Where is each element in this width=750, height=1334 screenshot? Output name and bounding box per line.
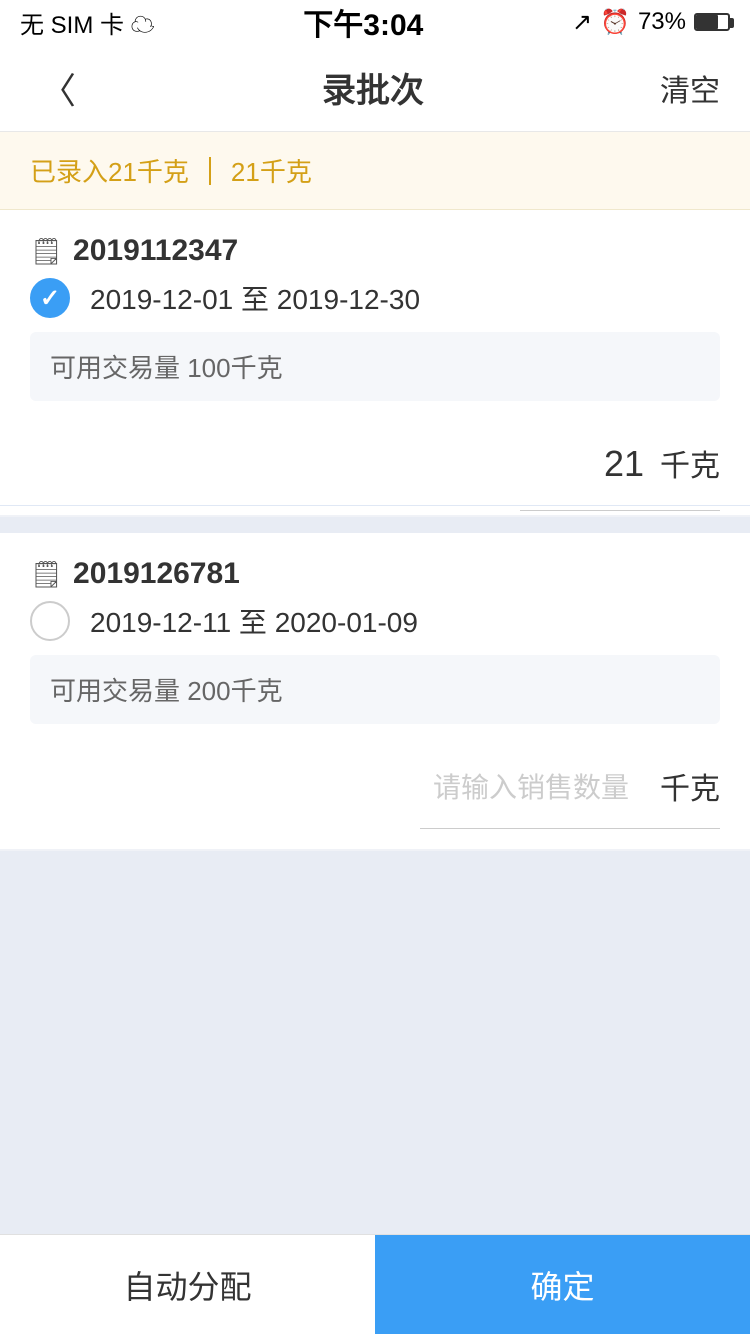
recorded-value: 21千克 [231, 152, 312, 189]
status-time: 下午3:04 [303, 0, 423, 44]
batch-item-1: 🗒 2019112347 2019-12-01 至 2019-12-30 可用交… [0, 210, 750, 515]
alarm-icon: ⏰ [600, 8, 630, 37]
batch2-input-row: 千克 [0, 744, 750, 828]
signal-icon: ↗ [572, 8, 592, 37]
back-button[interactable]: 〈 [30, 52, 86, 124]
batch1-amount-unit: 千克 [660, 441, 720, 485]
batch1-radio[interactable] [30, 278, 70, 318]
status-bar: 无 SIM 卡 ☁ 下午3:04 ↗ ⏰ 73% [0, 0, 750, 44]
batch2-date-row: 2019-12-11 至 2020-01-09 [0, 601, 750, 655]
batch2-icon: 🗒 [30, 559, 63, 590]
battery-label: 73% [638, 8, 686, 36]
batch2-volume: 可用交易量 200千克 [30, 655, 720, 724]
bottom-bar: 自动分配 确定 [0, 1234, 750, 1334]
batch1-amount-value: 21 [604, 443, 644, 485]
status-left: 无 SIM 卡 ☁ [20, 5, 155, 40]
status-right: ↗ ⏰ 73% [572, 8, 730, 37]
recorded-label: 已录入21千克 [30, 152, 189, 189]
batch1-volume: 可用交易量 100千克 [30, 332, 720, 401]
batch2-header: 🗒 2019126781 [0, 533, 750, 601]
auto-distribute-button[interactable]: 自动分配 [0, 1235, 375, 1334]
batch1-date-row: 2019-12-01 至 2019-12-30 [0, 278, 750, 332]
batch1-header: 🗒 2019112347 [0, 210, 750, 278]
page-title: 录批次 [322, 63, 424, 112]
batch1-amount-row: 21 千克 [0, 421, 750, 506]
info-banner: 已录入21千克 21千克 [0, 132, 750, 210]
batch2-input-unit: 千克 [660, 764, 720, 808]
batch1-date: 2019-12-01 至 2019-12-30 [90, 278, 420, 318]
nav-bar: 〈 录批次 清空 [0, 44, 750, 132]
batch-item-2: 🗒 2019126781 2019-12-11 至 2020-01-09 可用交… [0, 533, 750, 849]
batch2-radio[interactable] [30, 601, 70, 641]
batch1-icon: 🗒 [30, 236, 63, 267]
batch2-quantity-input[interactable] [344, 768, 644, 805]
batch2-date: 2019-12-11 至 2020-01-09 [90, 601, 418, 641]
confirm-button[interactable]: 确定 [375, 1235, 750, 1334]
batch2-id: 2019126781 [73, 557, 240, 591]
batch1-id: 2019112347 [73, 234, 238, 268]
section-divider [0, 517, 750, 533]
no-sim-label: 无 SIM 卡 ☁ [20, 5, 155, 40]
clear-button[interactable]: 清空 [660, 66, 720, 110]
info-divider [209, 157, 211, 185]
battery-icon [694, 13, 730, 31]
